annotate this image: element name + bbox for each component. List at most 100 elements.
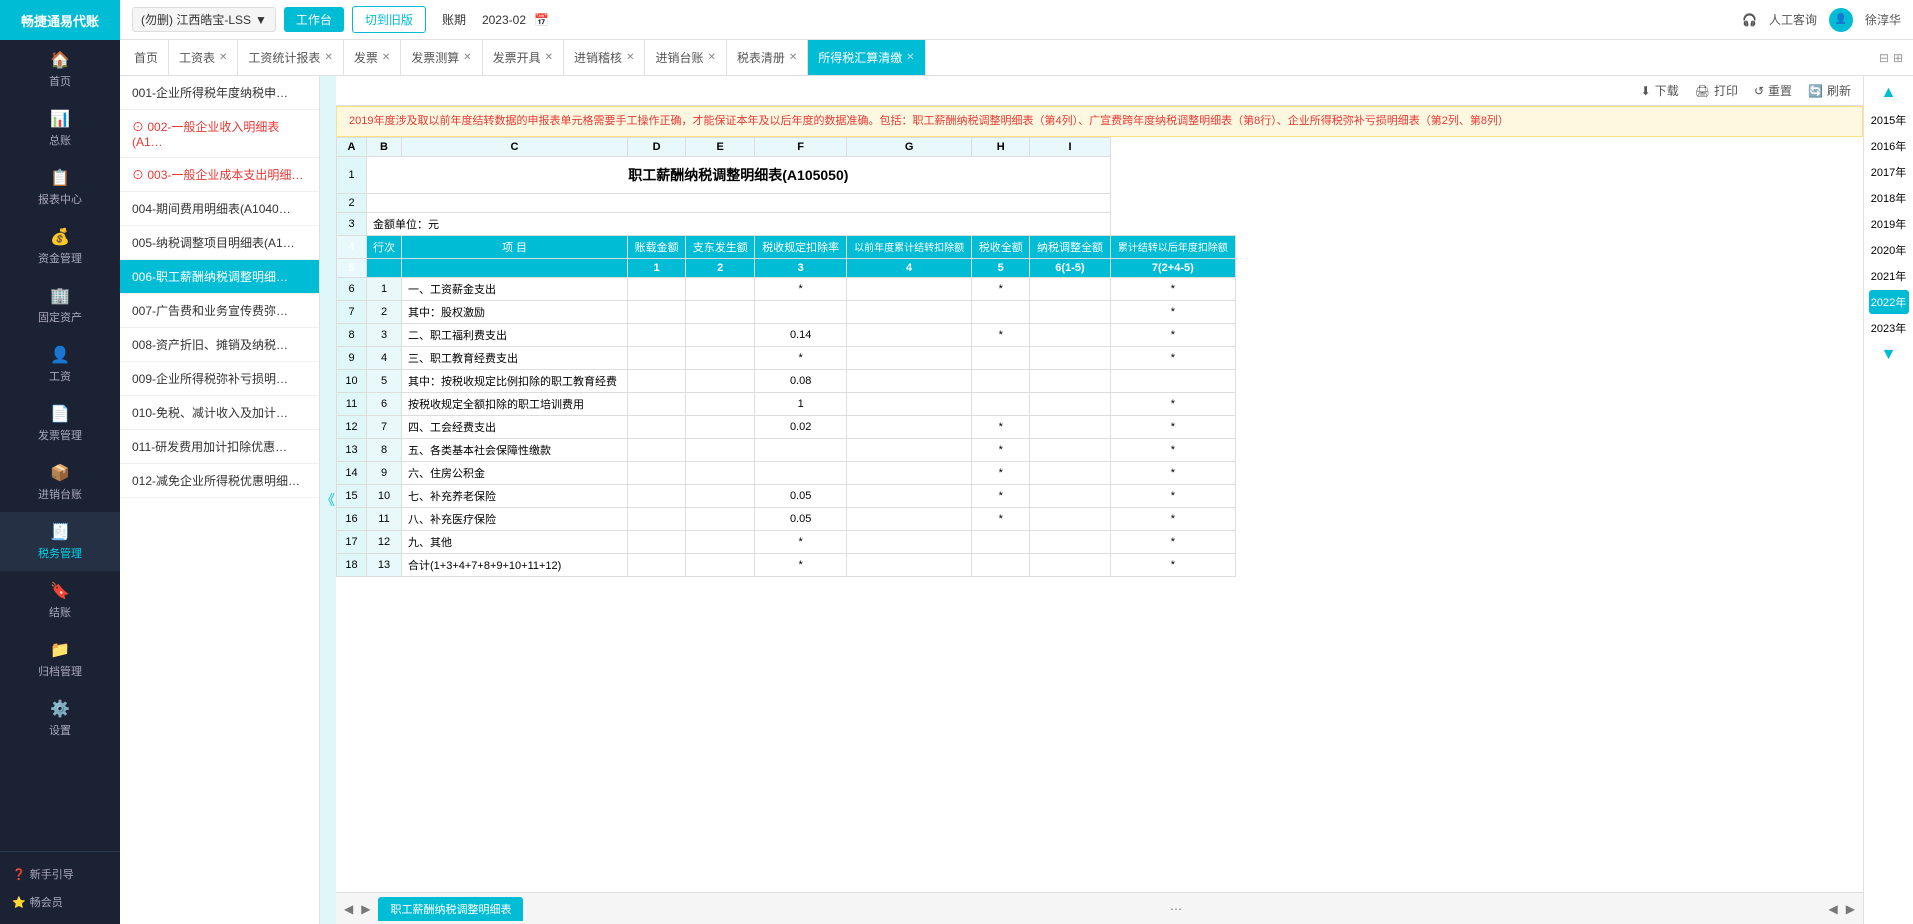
row-d-cell[interactable] — [686, 553, 755, 576]
table-row[interactable]: 10 5 其中：按税收规定比例扣除的职工教育经费 0.08 — [337, 369, 1236, 392]
row-e-cell[interactable]: * — [755, 530, 847, 553]
row-h-cell[interactable] — [1030, 507, 1110, 530]
row-f-cell[interactable] — [846, 300, 971, 323]
row-h-cell[interactable] — [1030, 553, 1110, 576]
row-i-cell[interactable]: * — [1110, 461, 1235, 484]
tab-income-tax-close[interactable]: ✕ — [906, 52, 914, 63]
row-h-cell[interactable] — [1030, 392, 1110, 415]
table-row[interactable]: 16 11 八、补充医疗保险 0.05 * * — [337, 507, 1236, 530]
row-i-cell[interactable] — [1110, 369, 1235, 392]
row-g-cell[interactable]: * — [972, 277, 1030, 300]
left-panel-item-006[interactable]: 006-职工薪酬纳税调整明细… — [120, 260, 319, 294]
row-h-cell[interactable] — [1030, 438, 1110, 461]
row-g-cell[interactable] — [972, 392, 1030, 415]
sidebar-item-funds[interactable]: 💰 资金管理 — [0, 217, 120, 276]
year-item[interactable]: 2016年 — [1869, 134, 1909, 158]
row-f-cell[interactable] — [846, 346, 971, 369]
table-row[interactable]: 8 3 二、职工福利费支出 0.14 * * — [337, 323, 1236, 346]
row-d-cell[interactable] — [686, 484, 755, 507]
row-d-cell[interactable] — [686, 415, 755, 438]
row-i-cell[interactable]: * — [1110, 415, 1235, 438]
left-panel-collapse[interactable]: 《 — [320, 76, 336, 924]
row-g-cell[interactable]: * — [972, 323, 1030, 346]
row-f-cell[interactable] — [846, 323, 971, 346]
row-h-cell[interactable] — [1030, 461, 1110, 484]
row-f-cell[interactable] — [846, 369, 971, 392]
sidebar-item-close[interactable]: 🔖 结账 — [0, 571, 120, 630]
tab-invoice-calc-close[interactable]: ✕ — [463, 52, 471, 63]
row-c-cell[interactable] — [628, 507, 686, 530]
row-h-cell[interactable] — [1030, 530, 1110, 553]
sidebar-item-tax[interactable]: 🧾 税务管理 — [0, 512, 120, 571]
row-f-cell[interactable] — [846, 392, 971, 415]
row-i-cell[interactable]: * — [1110, 392, 1235, 415]
refresh-button[interactable]: 🔄 刷新 — [1808, 82, 1851, 99]
tab-income-tax[interactable]: 所得税汇算清缴 ✕ — [808, 40, 925, 76]
row-i-cell[interactable]: * — [1110, 323, 1235, 346]
row-f-cell[interactable] — [846, 530, 971, 553]
row-h-cell[interactable] — [1030, 300, 1110, 323]
workspace-button[interactable]: 工作台 — [284, 7, 344, 32]
row-g-cell[interactable]: * — [972, 484, 1030, 507]
row-e-cell[interactable]: 1 — [755, 392, 847, 415]
row-d-cell[interactable] — [686, 300, 755, 323]
tab-purchase-ledger[interactable]: 进销台账 ✕ — [645, 40, 726, 76]
row-e-cell[interactable]: 0.05 — [755, 484, 847, 507]
left-panel-item-003[interactable]: 003-一般企业成本支出明细… — [120, 158, 319, 192]
row-e-cell[interactable] — [755, 300, 847, 323]
row-f-cell[interactable] — [846, 415, 971, 438]
row-e-cell[interactable]: * — [755, 346, 847, 369]
row-i-cell[interactable]: * — [1110, 553, 1235, 576]
tab-payroll-close[interactable]: ✕ — [219, 52, 227, 63]
sidebar-item-salary[interactable]: 👤 工资 — [0, 335, 120, 394]
reset-button[interactable]: ↺ 重置 — [1754, 82, 1792, 99]
table-row[interactable]: 13 8 五、各类基本社会保障性缴款 * * — [337, 438, 1236, 461]
row-g-cell[interactable]: * — [972, 461, 1030, 484]
row-d-cell[interactable] — [686, 277, 755, 300]
bottom-more-icon[interactable]: ⋯ — [1170, 902, 1182, 916]
tab-payroll[interactable]: 工资表 ✕ — [169, 40, 238, 76]
row-c-cell[interactable] — [628, 346, 686, 369]
switch-version-button[interactable]: 切到旧版 — [352, 6, 426, 33]
sidebar-item-archive[interactable]: 📁 归档管理 — [0, 630, 120, 689]
row-d-cell[interactable] — [686, 346, 755, 369]
row-e-cell[interactable]: 0.08 — [755, 369, 847, 392]
tab-invoice-open-close[interactable]: ✕ — [545, 52, 553, 63]
tab-payroll-stats[interactable]: 工资统计报表 ✕ — [238, 40, 343, 76]
row-i-cell[interactable]: * — [1110, 300, 1235, 323]
sidebar-item-assets[interactable]: 🏢 固定资产 — [0, 276, 120, 335]
download-button[interactable]: ⬇ 下载 — [1641, 82, 1679, 99]
row-g-cell[interactable] — [972, 553, 1030, 576]
row-d-cell[interactable] — [686, 438, 755, 461]
table-row[interactable]: 14 9 六、住房公积金 * * — [337, 461, 1236, 484]
tab-tax-book[interactable]: 税表清册 ✕ — [727, 40, 808, 76]
row-h-cell[interactable] — [1030, 323, 1110, 346]
year-item[interactable]: 2020年 — [1869, 238, 1909, 262]
row-g-cell[interactable] — [972, 346, 1030, 369]
row-c-cell[interactable] — [628, 392, 686, 415]
row-f-cell[interactable] — [846, 484, 971, 507]
sidebar-item-purchase[interactable]: 📦 进销台账 — [0, 453, 120, 512]
row-g-cell[interactable]: * — [972, 438, 1030, 461]
year-item[interactable]: 2022年 — [1869, 290, 1909, 314]
left-panel-item-005[interactable]: 005-纳税调整项目明细表(A1… — [120, 226, 319, 260]
tab-invoice[interactable]: 发票 ✕ — [344, 40, 401, 76]
row-h-cell[interactable] — [1030, 369, 1110, 392]
table-row[interactable]: 12 7 四、工会经费支出 0.02 * * — [337, 415, 1236, 438]
row-e-cell[interactable]: 0.05 — [755, 507, 847, 530]
table-row[interactable]: 18 13 合计(1+3+4+7+8+9+10+11+12) * * — [337, 553, 1236, 576]
left-panel-item-002[interactable]: 002-一般企业收入明细表(A1… — [120, 110, 319, 158]
row-g-cell[interactable] — [972, 369, 1030, 392]
row-c-cell[interactable] — [628, 438, 686, 461]
row-i-cell[interactable]: * — [1110, 346, 1235, 369]
year-item[interactable]: 2018年 — [1869, 186, 1909, 210]
tab-collapse-icon[interactable]: ⊟ — [1879, 51, 1889, 65]
row-d-cell[interactable] — [686, 369, 755, 392]
row-f-cell[interactable] — [846, 553, 971, 576]
row-e-cell[interactable] — [755, 461, 847, 484]
tab-invoice-calc[interactable]: 发票测算 ✕ — [401, 40, 482, 76]
row-h-cell[interactable] — [1030, 484, 1110, 507]
sidebar-item-guide[interactable]: ❓ 新手引导 — [8, 860, 112, 888]
tab-purchase-verify[interactable]: 进销稽核 ✕ — [564, 40, 645, 76]
sidebar-item-member[interactable]: ⭐ 畅会员 — [8, 888, 112, 916]
